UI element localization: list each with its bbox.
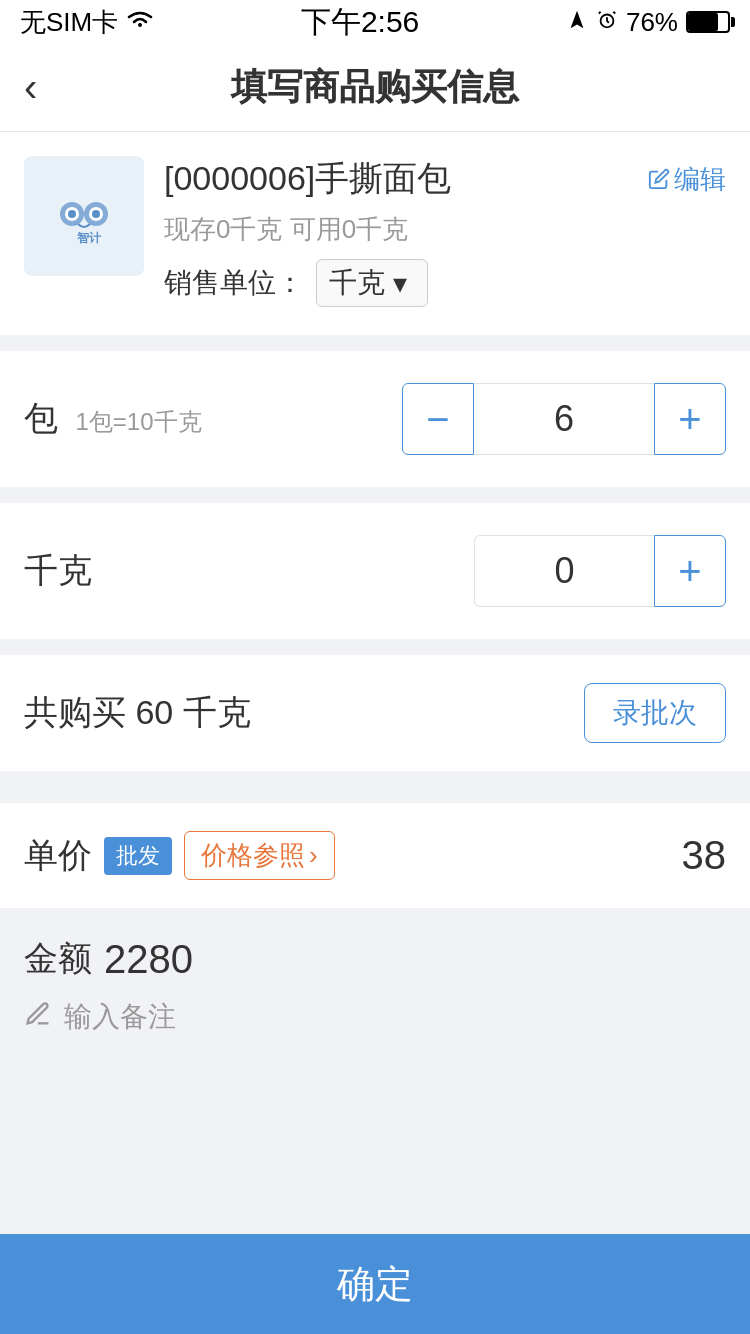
nav-bar: ‹ 填写商品购买信息 <box>0 44 750 132</box>
page-title: 填写商品购买信息 <box>231 63 519 112</box>
alarm-icon <box>596 7 618 38</box>
wifi-icon <box>126 7 154 38</box>
amount-row: 金额 2280 <box>24 936 726 982</box>
time-label: 下午2:56 <box>301 2 419 43</box>
product-section: 智计 [0000006]手撕面包 编辑 现存0千克 可用0千克 销售单位： 千克… <box>0 132 750 335</box>
product-name: [0000006]手撕面包 <box>164 156 451 202</box>
edit-button[interactable]: 编辑 <box>648 162 726 197</box>
svg-point-5 <box>68 210 76 218</box>
svg-text:智计: 智计 <box>76 231 102 245</box>
product-info: [0000006]手撕面包 编辑 现存0千克 可用0千克 销售单位： 千克 ▾ <box>164 156 726 307</box>
price-value: 38 <box>682 833 727 878</box>
status-left: 无SIM卡 <box>20 5 154 40</box>
unit-select[interactable]: 千克 ▾ <box>316 259 428 307</box>
price-row: 单价 批发 价格参照 › 38 <box>24 831 726 880</box>
price-ref-button[interactable]: 价格参照 › <box>184 831 335 880</box>
separator-3 <box>0 787 750 803</box>
separator-1 <box>0 487 750 503</box>
status-right: 76% <box>566 7 730 38</box>
amount-section: 金额 2280 输入备注 <box>0 908 750 1056</box>
quantity-bao-controls: − + <box>402 383 726 455</box>
quantity-bao-minus-button[interactable]: − <box>402 383 474 455</box>
batch-button[interactable]: 录批次 <box>584 683 726 743</box>
quantity-bao-input[interactable] <box>474 383 654 455</box>
quantity-bao-section: 包 1包=10千克 − + <box>0 351 750 487</box>
total-batch-section: 共购买 60 千克 录批次 <box>0 655 750 771</box>
battery-percent: 76% <box>626 7 678 38</box>
pencil-icon <box>24 1000 52 1035</box>
chevron-right-icon: › <box>309 840 318 871</box>
amount-value: 2280 <box>104 937 193 982</box>
battery-icon <box>686 7 730 38</box>
product-unit-row: 销售单位： 千克 ▾ <box>164 259 726 307</box>
price-label: 单价 <box>24 833 92 879</box>
quantity-bao-sublabel: 1包=10千克 <box>75 408 201 435</box>
product-name-row: [0000006]手撕面包 编辑 <box>164 156 726 202</box>
note-row[interactable]: 输入备注 <box>24 998 726 1036</box>
amount-label: 金额 <box>24 936 92 982</box>
note-label: 输入备注 <box>64 998 176 1036</box>
total-text: 共购买 60 千克 <box>24 690 251 736</box>
back-arrow-icon: ‹ <box>24 65 37 110</box>
status-bar: 无SIM卡 下午2:56 76% <box>0 0 750 44</box>
quantity-kg-section: 千克 + <box>0 503 750 639</box>
price-tag: 批发 <box>104 837 172 875</box>
quantity-bao-row: 包 1包=10千克 − + <box>24 351 726 487</box>
dropdown-arrow-icon: ▾ <box>393 267 407 300</box>
quantity-kg-input[interactable] <box>474 535 654 607</box>
svg-point-6 <box>92 210 100 218</box>
product-stock: 现存0千克 可用0千克 <box>164 212 726 247</box>
quantity-kg-controls: + <box>474 535 726 607</box>
carrier-label: 无SIM卡 <box>20 5 118 40</box>
quantity-kg-plus-button[interactable]: + <box>654 535 726 607</box>
separator-2 <box>0 639 750 655</box>
product-image: 智计 <box>24 156 144 276</box>
back-button[interactable]: ‹ <box>24 65 37 110</box>
quantity-kg-row: 千克 + <box>24 503 726 639</box>
gps-icon <box>566 7 588 38</box>
sale-unit-label: 销售单位： <box>164 264 304 302</box>
quantity-bao-label: 包 1包=10千克 <box>24 396 402 442</box>
confirm-button[interactable]: 确定 <box>0 1234 750 1334</box>
price-section: 单价 批发 价格参照 › 38 <box>0 803 750 908</box>
quantity-kg-label: 千克 <box>24 548 474 594</box>
price-left: 单价 批发 价格参照 › <box>24 831 335 880</box>
quantity-bao-plus-button[interactable]: + <box>654 383 726 455</box>
